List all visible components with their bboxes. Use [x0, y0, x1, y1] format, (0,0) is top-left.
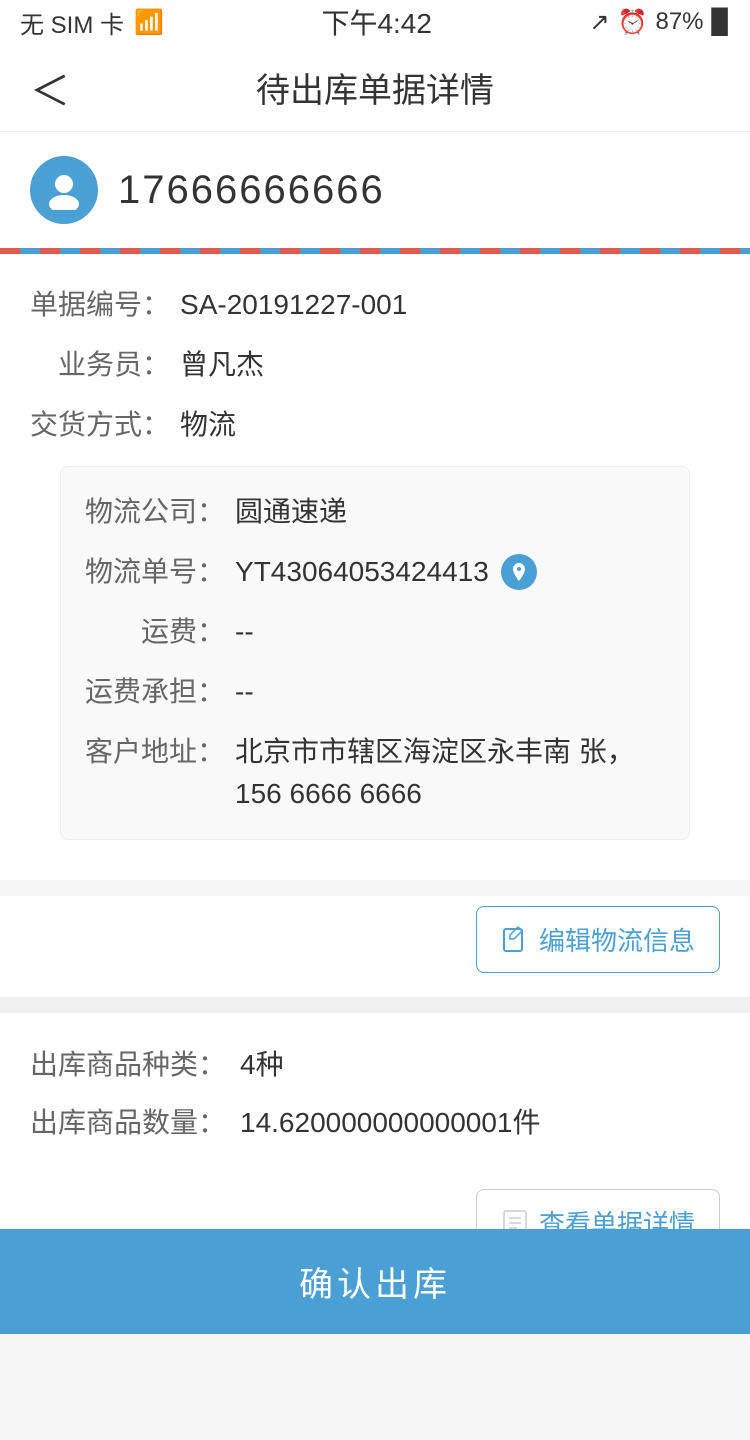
- map-pin-svg: [508, 561, 530, 583]
- freight-bearer-value: --: [235, 671, 665, 713]
- product-types-label: 出库商品种类：: [30, 1043, 230, 1083]
- freight-label: 运费：: [85, 611, 225, 653]
- logistics-tracking-value: YT43064053424413: [235, 551, 665, 593]
- location-icon[interactable]: [501, 554, 537, 590]
- delivery-label: 交货方式：: [30, 404, 170, 446]
- status-left: 无 SIM 卡 📶: [20, 5, 164, 40]
- freight-bearer-row: 运费承担： --: [85, 671, 665, 713]
- delivery-row: 交货方式： 物流: [30, 404, 720, 446]
- address-row: 客户地址： 北京市市辖区海淀区永丰南 张，156 6666 6666: [85, 731, 665, 815]
- logistics-company-label: 物流公司：: [85, 491, 225, 533]
- carrier-text: 无 SIM 卡: [20, 5, 124, 40]
- order-number-label: 单据编号：: [30, 284, 170, 326]
- freight-value: --: [235, 611, 665, 653]
- confirm-button[interactable]: 确认出库: [299, 1257, 451, 1306]
- product-types-value: 4种: [240, 1043, 720, 1083]
- wifi-icon: 📶: [134, 8, 164, 37]
- address-label: 客户地址：: [85, 731, 225, 773]
- edit-btn-row: 编辑物流信息: [0, 896, 750, 997]
- order-number-value: SA-20191227-001: [180, 284, 720, 326]
- confirm-btn-wrap: 确认出库: [0, 1229, 750, 1334]
- salesperson-value: 曾凡杰: [180, 344, 720, 386]
- alarm-icon: ⏰: [618, 8, 648, 37]
- freight-bearer-label: 运费承担：: [85, 671, 225, 713]
- edit-icon: [501, 926, 529, 954]
- logistics-company-value: 圆通速递: [235, 491, 665, 533]
- back-button[interactable]: ＜: [30, 49, 80, 127]
- edit-logistics-label: 编辑物流信息: [539, 921, 695, 958]
- order-info-section: 单据编号： SA-20191227-001 业务员： 曾凡杰 交货方式： 物流 …: [0, 254, 750, 880]
- person-icon: [44, 170, 84, 210]
- customer-header: 17666666666: [0, 132, 750, 248]
- delivery-value: 物流: [180, 404, 720, 446]
- logistics-tracking-row: 物流单号： YT43064053424413: [85, 551, 665, 593]
- logistics-card: 物流公司： 圆通速递 物流单号： YT43064053424413 运费： --…: [60, 466, 690, 840]
- product-section: 出库商品种类： 4种 出库商品数量： 14.620000000000001件: [0, 1013, 750, 1179]
- logistics-tracking-label: 物流单号：: [85, 551, 225, 593]
- edit-logistics-button[interactable]: 编辑物流信息: [476, 906, 720, 973]
- product-quantity-row: 出库商品数量： 14.620000000000001件: [30, 1101, 720, 1141]
- product-quantity-value: 14.620000000000001件: [240, 1101, 720, 1141]
- section-separator: [0, 997, 750, 1013]
- address-value: 北京市市辖区海淀区永丰南 张，156 6666 6666: [235, 731, 665, 815]
- status-time: 下午4:42: [321, 2, 432, 42]
- status-bar: 无 SIM 卡 📶 下午4:42 ↗ ⏰ 87% ▉: [0, 0, 750, 44]
- location-service-icon: ↗: [589, 8, 609, 37]
- customer-phone: 17666666666: [118, 168, 385, 213]
- tracking-number: YT43064053424413: [235, 551, 489, 593]
- salesperson-row: 业务员： 曾凡杰: [30, 344, 720, 386]
- customer-avatar: [30, 156, 98, 224]
- status-right: ↗ ⏰ 87% ▉: [589, 8, 730, 37]
- battery-text: 87%: [655, 8, 703, 36]
- freight-row: 运费： --: [85, 611, 665, 653]
- product-quantity-label: 出库商品数量：: [30, 1101, 230, 1141]
- product-types-row: 出库商品种类： 4种: [30, 1043, 720, 1083]
- battery-icon: ▉: [712, 8, 730, 37]
- logistics-company-row: 物流公司： 圆通速递: [85, 491, 665, 533]
- nav-bar: ＜ 待出库单据详情: [0, 44, 750, 132]
- salesperson-label: 业务员：: [30, 344, 170, 386]
- page-title: 待出库单据详情: [256, 63, 494, 112]
- order-number-row: 单据编号： SA-20191227-001: [30, 284, 720, 326]
